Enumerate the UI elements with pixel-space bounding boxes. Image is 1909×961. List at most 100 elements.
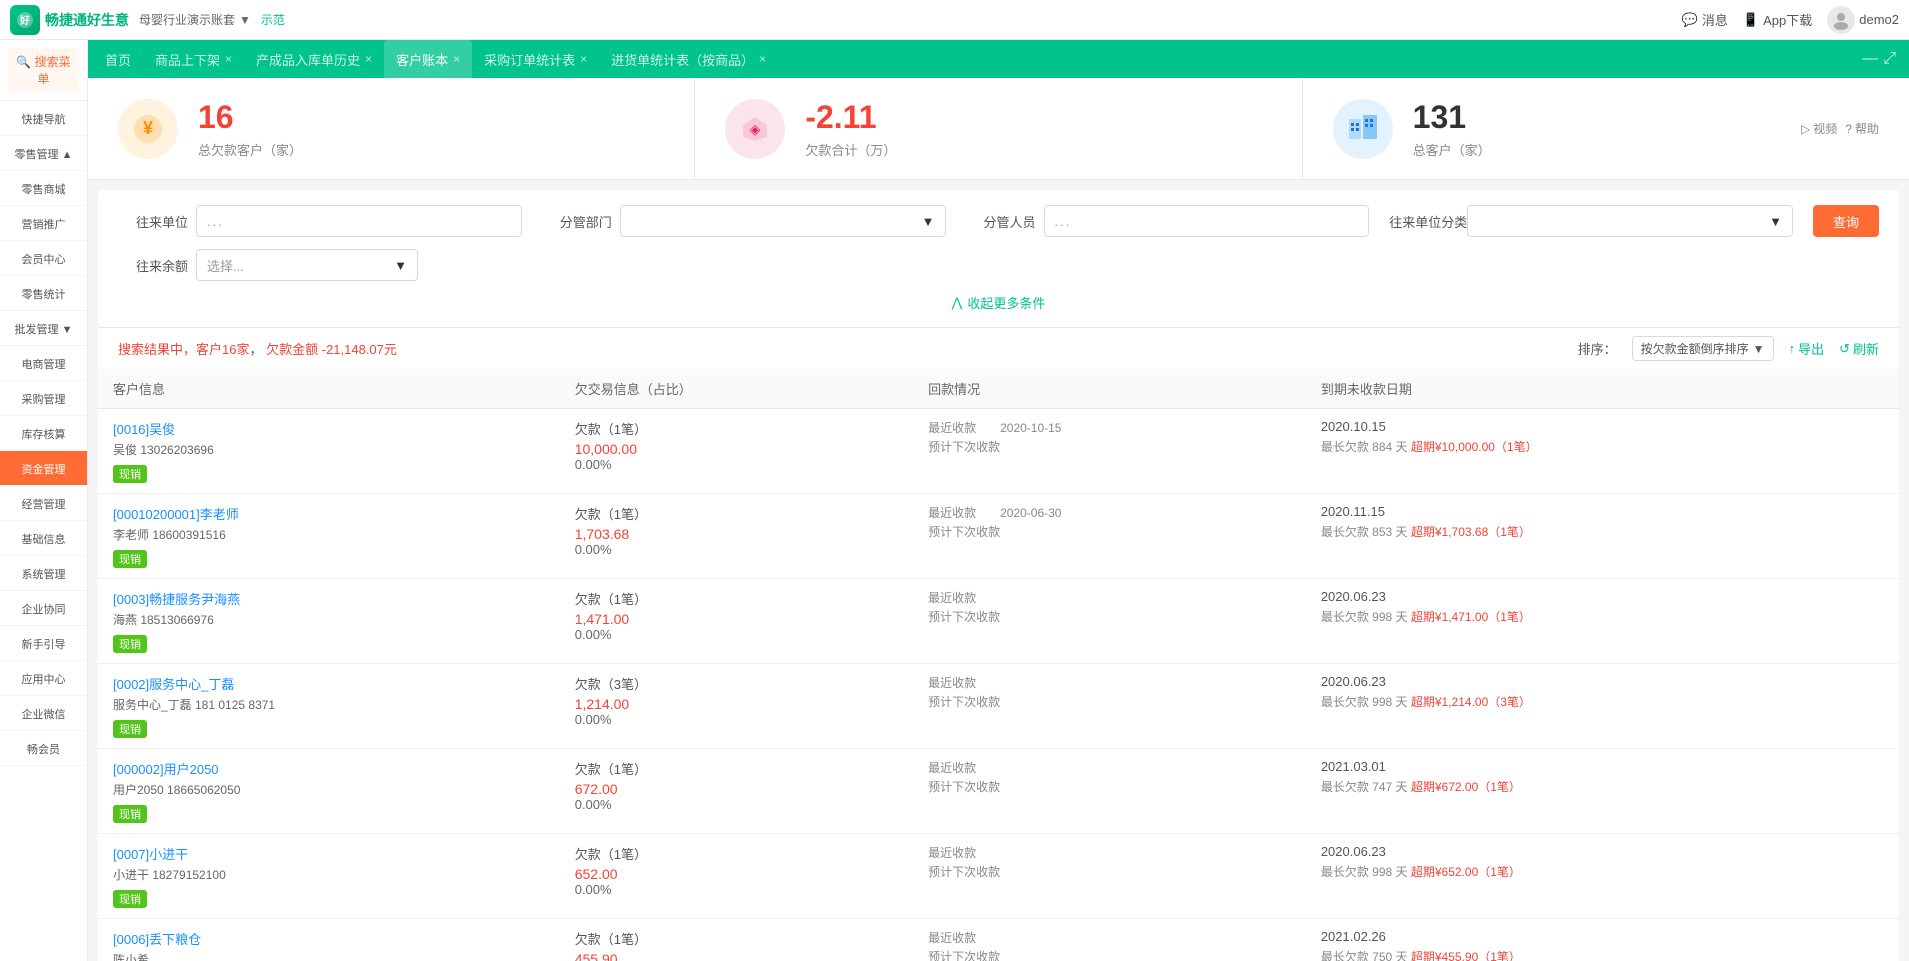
tab-products-close[interactable]: × <box>225 52 232 66</box>
customer-name-link[interactable]: [000002]用户2050 <box>113 759 545 778</box>
sidebar-item-retail-stats[interactable]: 零售统计 <box>0 276 87 311</box>
customer-badge: 现销 <box>113 550 147 568</box>
debt-amount[interactable]: 652.00 <box>575 866 898 882</box>
customer-phone: 吴俊 13026203696 <box>113 441 545 458</box>
logo-area: 好 畅捷通好生意 <box>10 5 129 35</box>
debt-amount[interactable]: 455.90 <box>575 951 898 961</box>
filter-label-balance: 往来余额 <box>118 256 188 275</box>
sidebar-item-finance[interactable]: 资金管理 <box>0 451 87 486</box>
sidebar-item-enterprise[interactable]: 企业协同 <box>0 591 87 626</box>
quick-nav-label: 快捷导航 <box>4 111 83 127</box>
td-debt-info: 欠款（3笔） 1,214.00 0.00% <box>560 664 913 749</box>
unit-type-select[interactable]: ▼ <box>1467 205 1793 237</box>
stat-label-debt-customers: 总欠款客户（家） <box>198 140 664 159</box>
person-input[interactable]: ... <box>1044 205 1370 237</box>
message-btn[interactable]: 💬 消息 <box>1682 10 1728 29</box>
overdue-link[interactable]: 超期¥1,214.00（3笔） <box>1411 695 1531 709</box>
customer-badge: 现销 <box>113 890 147 908</box>
result-info-text: 搜索结果中，客户16家 <box>118 342 249 357</box>
last-payment-label: 最近收款 <box>928 929 1291 946</box>
company-selector[interactable]: 母婴行业演示账套 ▼ <box>139 11 251 28</box>
debt-amount[interactable]: 1,214.00 <box>575 696 898 712</box>
overdue-info: 最长欠款 853 天 超期¥1,703.68（1笔） <box>1321 523 1884 540</box>
customer-badge: 现销 <box>113 805 147 823</box>
refresh-btn[interactable]: ↺ 刷新 <box>1839 339 1879 358</box>
overdue-days: 最长欠款 750 天 <box>1321 950 1411 961</box>
sidebar-item-member[interactable]: 会员中心 <box>0 241 87 276</box>
stat-label-debt-amount: 欠款合计（万） <box>805 140 1271 159</box>
collapse-btn[interactable]: ⋀ 收起更多条件 <box>118 293 1879 312</box>
customer-name-link[interactable]: [0003]畅捷服务尹海燕 <box>113 589 545 608</box>
sidebar-item-retail-mgmt[interactable]: 零售管理 ▲ <box>0 136 87 171</box>
app-download-label: App下载 <box>1763 10 1812 29</box>
customer-name-link[interactable]: [0007]小进干 <box>113 844 545 863</box>
sidebar-item-wx[interactable]: 企业微信 <box>0 696 87 731</box>
customer-name-link[interactable]: [0016]吴俊 <box>113 419 545 438</box>
debt-amount[interactable]: 10,000.00 <box>575 441 898 457</box>
debt-amount[interactable]: 1,703.68 <box>575 526 898 542</box>
help-btn[interactable]: ? 帮助 <box>1845 120 1879 137</box>
sidebar-item-ecommerce[interactable]: 电商管理 <box>0 346 87 381</box>
debt-amount[interactable]: 672.00 <box>575 781 898 797</box>
tab-customer-account[interactable]: 客户账本 × <box>384 40 472 78</box>
overdue-link[interactable]: 超期¥672.00（1笔） <box>1411 780 1521 794</box>
tab-maximize-btn[interactable]: ⤢ <box>1883 50 1896 68</box>
last-payment-label: 最近收款 <box>928 674 1291 691</box>
tab-products[interactable]: 商品上下架 × <box>143 40 244 78</box>
user-profile[interactable]: demo2 <box>1827 6 1899 34</box>
app-container: 好 畅捷通好生意 母婴行业演示账套 ▼ 示范 💬 消息 📱 App下载 <box>0 0 1909 961</box>
sidebar-item-system[interactable]: 系统管理 <box>0 556 87 591</box>
next-payment-label: 预计下次收款 <box>928 608 1291 625</box>
td-debt-info: 欠款（1笔） 1,471.00 0.00% <box>560 579 913 664</box>
th-payment-status: 回款情况 <box>913 369 1306 409</box>
sidebar-item-purchase[interactable]: 采购管理 <box>0 381 87 416</box>
tab-home[interactable]: 首页 <box>93 40 143 78</box>
view-video-btn[interactable]: ▷ 视频 <box>1801 120 1837 137</box>
filter-label-source-unit: 往来单位 <box>118 212 188 231</box>
overdue-link[interactable]: 超期¥1,703.68（1笔） <box>1411 525 1531 539</box>
refresh-icon: ↺ <box>1839 341 1850 357</box>
sidebar-item-guide[interactable]: 新手引导 <box>0 626 87 661</box>
sidebar-toggle[interactable]: 示范 <box>261 11 285 28</box>
dept-select[interactable]: ▼ <box>620 205 946 237</box>
sidebar-item-basic[interactable]: 基础信息 <box>0 521 87 556</box>
sidebar-item-retail-store[interactable]: 零售商城 <box>0 171 87 206</box>
search-menu-btn[interactable]: 🔍 搜索菜单 <box>8 48 79 92</box>
tab-purchase-stats-close[interactable]: × <box>759 52 766 66</box>
tab-purchase-order[interactable]: 采购订单统计表 × <box>472 40 599 78</box>
sidebar-item-marketing[interactable]: 营销推广 <box>0 206 87 241</box>
balance-select[interactable]: 选择... ▼ <box>196 249 418 281</box>
tab-produce-close[interactable]: × <box>365 52 372 66</box>
sidebar-item-quick-nav[interactable]: 快捷导航 <box>0 101 87 136</box>
sidebar-item-vip[interactable]: 畅会员 <box>0 731 87 766</box>
table-container: 客户信息 欠交易信息（占比） 回款情况 到期未收款日期 [0016]吴俊 吴俊 … <box>98 369 1899 961</box>
sidebar-item-inventory[interactable]: 库存核算 <box>0 416 87 451</box>
customer-name-link[interactable]: [00010200001]李老师 <box>113 504 545 523</box>
overdue-link[interactable]: 超期¥455.90（1笔） <box>1411 950 1521 961</box>
export-btn[interactable]: ↑ 导出 <box>1789 339 1825 358</box>
overdue-link[interactable]: 超期¥1,471.00（1笔） <box>1411 610 1531 624</box>
source-unit-input[interactable]: ... <box>196 205 522 237</box>
customer-name-link[interactable]: [0002]服务中心_丁磊 <box>113 674 545 693</box>
sidebar-item-batch-mgmt[interactable]: 批发管理 ▼ <box>0 311 87 346</box>
customer-name-link[interactable]: [0006]丢下粮仓 <box>113 929 545 948</box>
overdue-link[interactable]: 超期¥652.00（1笔） <box>1411 865 1521 879</box>
table-row: [0016]吴俊 吴俊 13026203696 现销 欠款（1笔） 10,000… <box>98 409 1899 494</box>
search-btn[interactable]: 查询 <box>1813 205 1879 237</box>
td-customer-info: [0003]畅捷服务尹海燕 海燕 18513066976 现销 <box>98 579 560 664</box>
sidebar-item-operation[interactable]: 经营管理 <box>0 486 87 521</box>
tab-purchase-order-close[interactable]: × <box>580 52 587 66</box>
overdue-info: 最长欠款 750 天 超期¥455.90（1笔） <box>1321 948 1884 961</box>
overdue-link[interactable]: 超期¥10,000.00（1笔） <box>1411 440 1538 454</box>
tab-purchase-stats[interactable]: 进货单统计表（按商品） × <box>599 40 778 78</box>
due-date: 2020.11.15 <box>1321 504 1884 519</box>
tab-customer-account-close[interactable]: × <box>453 52 460 66</box>
td-due-date: 2020.11.15 最长欠款 853 天 超期¥1,703.68（1笔） <box>1306 494 1899 579</box>
customer-phone: 小进干 18279152100 <box>113 866 545 883</box>
app-download-btn[interactable]: 📱 App下载 <box>1743 10 1812 29</box>
sort-select[interactable]: 按欠款金额倒序排序 ▼ <box>1632 336 1774 361</box>
debt-amount[interactable]: 1,471.00 <box>575 611 898 627</box>
tab-produce[interactable]: 产成品入库单历史 × <box>244 40 384 78</box>
sidebar-item-app-center[interactable]: 应用中心 <box>0 661 87 696</box>
tab-minimize-btn[interactable]: — <box>1862 50 1878 68</box>
